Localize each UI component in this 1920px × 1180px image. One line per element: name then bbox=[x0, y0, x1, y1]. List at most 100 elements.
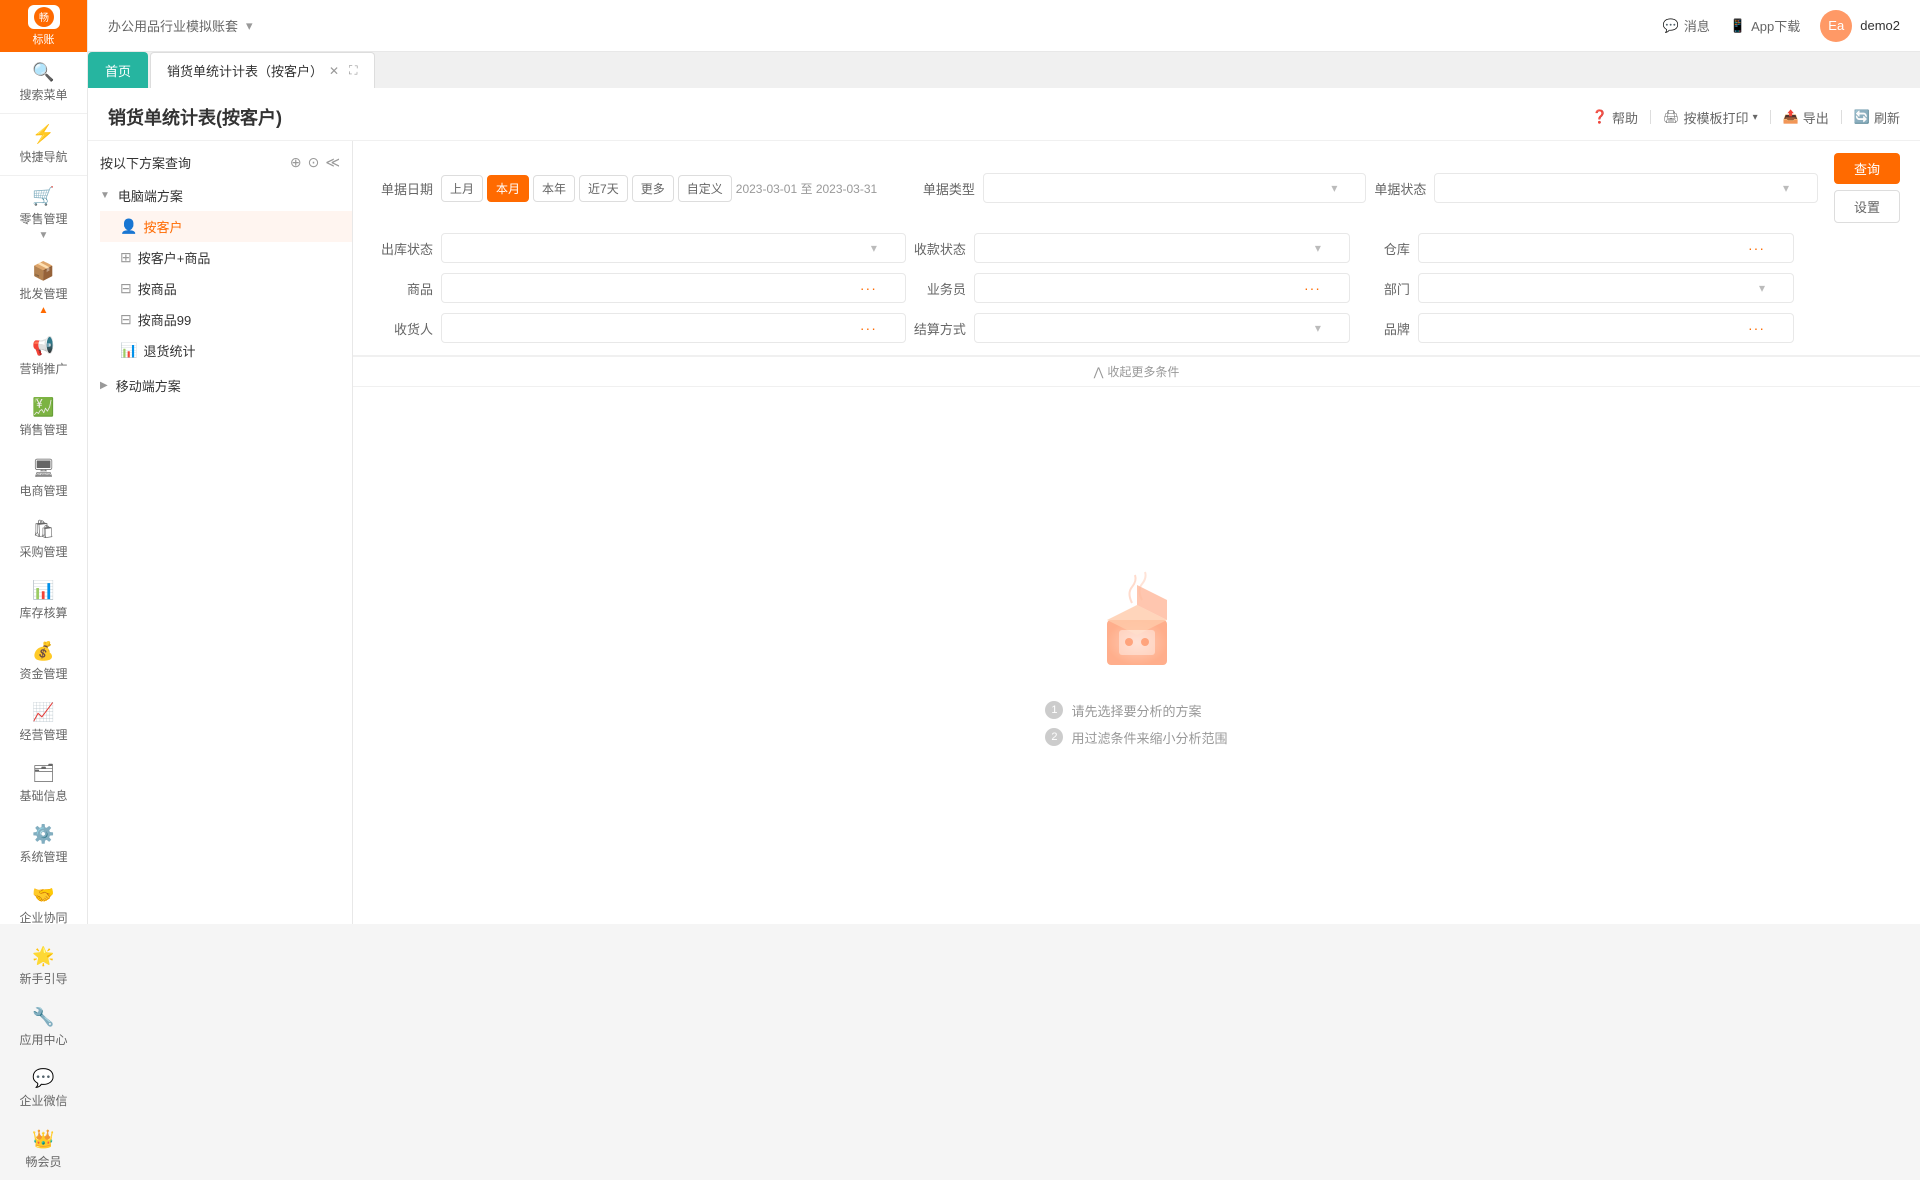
department-select[interactable]: ▾ bbox=[1418, 273, 1794, 303]
goods-label: 商品 bbox=[373, 279, 433, 298]
filter-goods-item: 商品 ··· bbox=[373, 273, 906, 303]
receipt-status-select[interactable]: ▾ bbox=[974, 233, 1350, 263]
template-print-button[interactable]: 🖨 按模板打印 ▾ bbox=[1663, 108, 1758, 127]
date-btn-this-year[interactable]: 本年 bbox=[533, 175, 575, 202]
wholesale-icon: 📦 bbox=[32, 261, 54, 282]
date-btn-last-month[interactable]: 上月 bbox=[441, 175, 483, 202]
sidebar-item-member-label: 畅会员 bbox=[25, 1153, 61, 1170]
panel-add-icon[interactable]: ⊕ bbox=[290, 154, 302, 171]
out-status-arrow-icon: ▾ bbox=[871, 241, 877, 255]
tab-home[interactable]: 首页 bbox=[88, 52, 148, 88]
date-btn-last-7-days[interactable]: 近7天 bbox=[579, 175, 628, 202]
doc-type-arrow-icon: ▾ bbox=[1331, 181, 1337, 195]
tree-item-by-goods-label: 按商品 bbox=[138, 279, 177, 298]
panel-collapse-icon[interactable]: ≪ bbox=[325, 154, 340, 171]
tree-mobile-section[interactable]: ▶ 移动端方案 bbox=[88, 370, 352, 401]
sidebar-item-cooperation[interactable]: 🤝 企业协同 bbox=[0, 875, 87, 936]
logo[interactable]: 畅 标账 bbox=[0, 0, 87, 52]
tip-num-1: 1 bbox=[1045, 701, 1063, 719]
page-title: 销货单统计表(按客户) bbox=[108, 104, 282, 130]
sidebar-item-finance[interactable]: 💰 资金管理 bbox=[0, 631, 87, 692]
sidebar: 畅 标账 🔍 搜索菜单 ⚡ 快捷导航 🛒 零售管理 ▼ 📦 批发管理 ▲ 📢 营… bbox=[0, 0, 88, 924]
settings-button[interactable]: 设置 bbox=[1834, 190, 1900, 223]
empty-state: 1 请先选择要分析的方案 2 用过滤条件来缩小分析范围 bbox=[353, 387, 1920, 924]
collapse-label: 收起更多条件 bbox=[1107, 363, 1179, 380]
quicknav-icon: ⚡ bbox=[32, 124, 54, 145]
doc-status-select[interactable]: ▾ bbox=[1434, 173, 1818, 203]
sidebar-item-member[interactable]: 👑 畅会员 bbox=[0, 1119, 87, 1180]
sidebar-item-inventory[interactable]: 📊 库存核算 bbox=[0, 570, 87, 631]
sidebar-item-ecommerce[interactable]: 🖥 电商管理 bbox=[0, 448, 87, 509]
logo-icon: 畅 bbox=[28, 5, 60, 29]
wholesale-chevron-icon: ▲ bbox=[39, 305, 49, 316]
print-chevron-icon: ▾ bbox=[1753, 112, 1758, 123]
app-download-button[interactable]: 📱 App下载 bbox=[1730, 16, 1800, 35]
out-status-select[interactable]: ▾ bbox=[441, 233, 906, 263]
sidebar-item-appcenter[interactable]: 🔧 应用中心 bbox=[0, 997, 87, 1058]
warehouse-dots-icon: ··· bbox=[1748, 240, 1765, 256]
export-button[interactable]: 📤 导出 bbox=[1783, 108, 1829, 127]
sidebar-item-business[interactable]: 📈 经营管理 bbox=[0, 692, 87, 753]
tree-item-by-goods[interactable]: ⊟ 按商品 bbox=[100, 273, 352, 304]
sidebar-item-purchase[interactable]: 🛍 采购管理 bbox=[0, 509, 87, 570]
salesperson-select[interactable]: ··· bbox=[974, 273, 1350, 303]
warehouse-label: 仓库 bbox=[1350, 239, 1410, 258]
receiver-select[interactable]: ··· bbox=[441, 313, 906, 343]
tree-item-return-stat-label: 退货统计 bbox=[143, 341, 195, 360]
date-label: 单据日期 bbox=[373, 179, 433, 198]
receiver-dots-icon: ··· bbox=[860, 320, 877, 336]
page-header: 销货单统计表(按客户) ❓ 帮助 🖨 按模板打印 ▾ 📤 导出 bbox=[88, 88, 1920, 141]
tab-maximize-icon[interactable]: ⛶ bbox=[349, 63, 357, 78]
tab-sales-stat[interactable]: 销货单统计计表（按客户） ✕ ⛶ bbox=[150, 52, 374, 88]
warehouse-select[interactable]: ··· bbox=[1418, 233, 1794, 263]
tree-desktop-section[interactable]: ▼ 电脑端方案 bbox=[88, 180, 352, 211]
sidebar-item-wholesale-label: 批发管理 bbox=[19, 285, 67, 302]
date-btn-this-month[interactable]: 本月 bbox=[487, 175, 529, 202]
filter-area: 单据日期 上月 本月 本年 近7天 更多 自定义 2023-03-01 至 20… bbox=[353, 141, 1920, 356]
department-label: 部门 bbox=[1350, 279, 1410, 298]
help-button[interactable]: ❓ 帮助 bbox=[1592, 108, 1638, 127]
filter-department-item: 部门 ▾ bbox=[1350, 273, 1794, 303]
sidebar-item-system[interactable]: ⚙️ 系统管理 bbox=[0, 814, 87, 875]
tree-item-by-goods-99[interactable]: ⊟ 按商品99 bbox=[100, 304, 352, 335]
tree-item-return-stat[interactable]: 📊 退货统计 bbox=[100, 335, 352, 366]
sidebar-item-retail[interactable]: 🛒 零售管理 ▼ bbox=[0, 176, 87, 251]
doc-type-select[interactable]: ▾ bbox=[983, 173, 1367, 203]
retail-chevron-icon: ▼ bbox=[39, 230, 49, 241]
panel-settings-icon[interactable]: ⊙ bbox=[308, 154, 320, 171]
salesperson-label: 业务员 bbox=[906, 279, 966, 298]
help-label: 帮助 bbox=[1612, 108, 1638, 127]
sidebar-item-search-label: 搜索菜单 bbox=[19, 86, 67, 103]
message-button[interactable]: 💬 消息 bbox=[1663, 16, 1710, 35]
tree-item-by-customer[interactable]: 👤 按客户 bbox=[100, 211, 352, 242]
payment-select[interactable]: ▾ bbox=[974, 313, 1350, 343]
filter-brand-item: 品牌 ··· bbox=[1350, 313, 1794, 343]
out-status-label: 出库状态 bbox=[373, 239, 433, 258]
sidebar-item-cooperation-label: 企业协同 bbox=[19, 909, 67, 926]
date-btn-more[interactable]: 更多 bbox=[632, 175, 674, 202]
refresh-button[interactable]: 🔄 刷新 bbox=[1854, 108, 1900, 127]
goods-select[interactable]: ··· bbox=[441, 273, 906, 303]
collapse-bar[interactable]: ⋀ 收起更多条件 bbox=[353, 356, 1920, 387]
filter-salesperson-item: 业务员 ··· bbox=[906, 273, 1350, 303]
help-icon: ❓ bbox=[1592, 109, 1608, 125]
sidebar-item-inventory-label: 库存核算 bbox=[19, 604, 67, 621]
goods-dots-icon: ··· bbox=[860, 280, 877, 296]
left-panel: 按以下方案查询 ⊕ ⊙ ≪ ▼ 电脑端方案 👤 按客户 bbox=[88, 141, 353, 924]
sidebar-item-search[interactable]: 🔍 搜索菜单 bbox=[0, 52, 87, 114]
sidebar-item-sales[interactable]: 💹 销售管理 bbox=[0, 387, 87, 448]
tree-item-by-customer-goods[interactable]: ⊞ 按客户+商品 bbox=[100, 242, 352, 273]
sidebar-item-newbie[interactable]: 🌟 新手引导 bbox=[0, 936, 87, 997]
date-btn-custom[interactable]: 自定义 bbox=[678, 175, 732, 202]
message-icon: 💬 bbox=[1663, 18, 1679, 34]
sidebar-item-basic[interactable]: 🗂 基础信息 bbox=[0, 753, 87, 814]
sidebar-item-quicknav[interactable]: ⚡ 快捷导航 bbox=[0, 114, 87, 176]
tab-close-icon[interactable]: ✕ bbox=[329, 64, 339, 78]
breadcrumb-dropdown-icon[interactable]: ▾ bbox=[246, 18, 253, 34]
sidebar-item-marketing[interactable]: 📢 营销推广 bbox=[0, 326, 87, 387]
sidebar-item-wechat[interactable]: 💬 企业微信 bbox=[0, 1058, 87, 1119]
sidebar-item-wholesale[interactable]: 📦 批发管理 ▲ bbox=[0, 251, 87, 326]
brand-select[interactable]: ··· bbox=[1418, 313, 1794, 343]
query-button[interactable]: 查询 bbox=[1834, 153, 1900, 184]
user-menu[interactable]: Ea demo2 bbox=[1820, 10, 1900, 42]
